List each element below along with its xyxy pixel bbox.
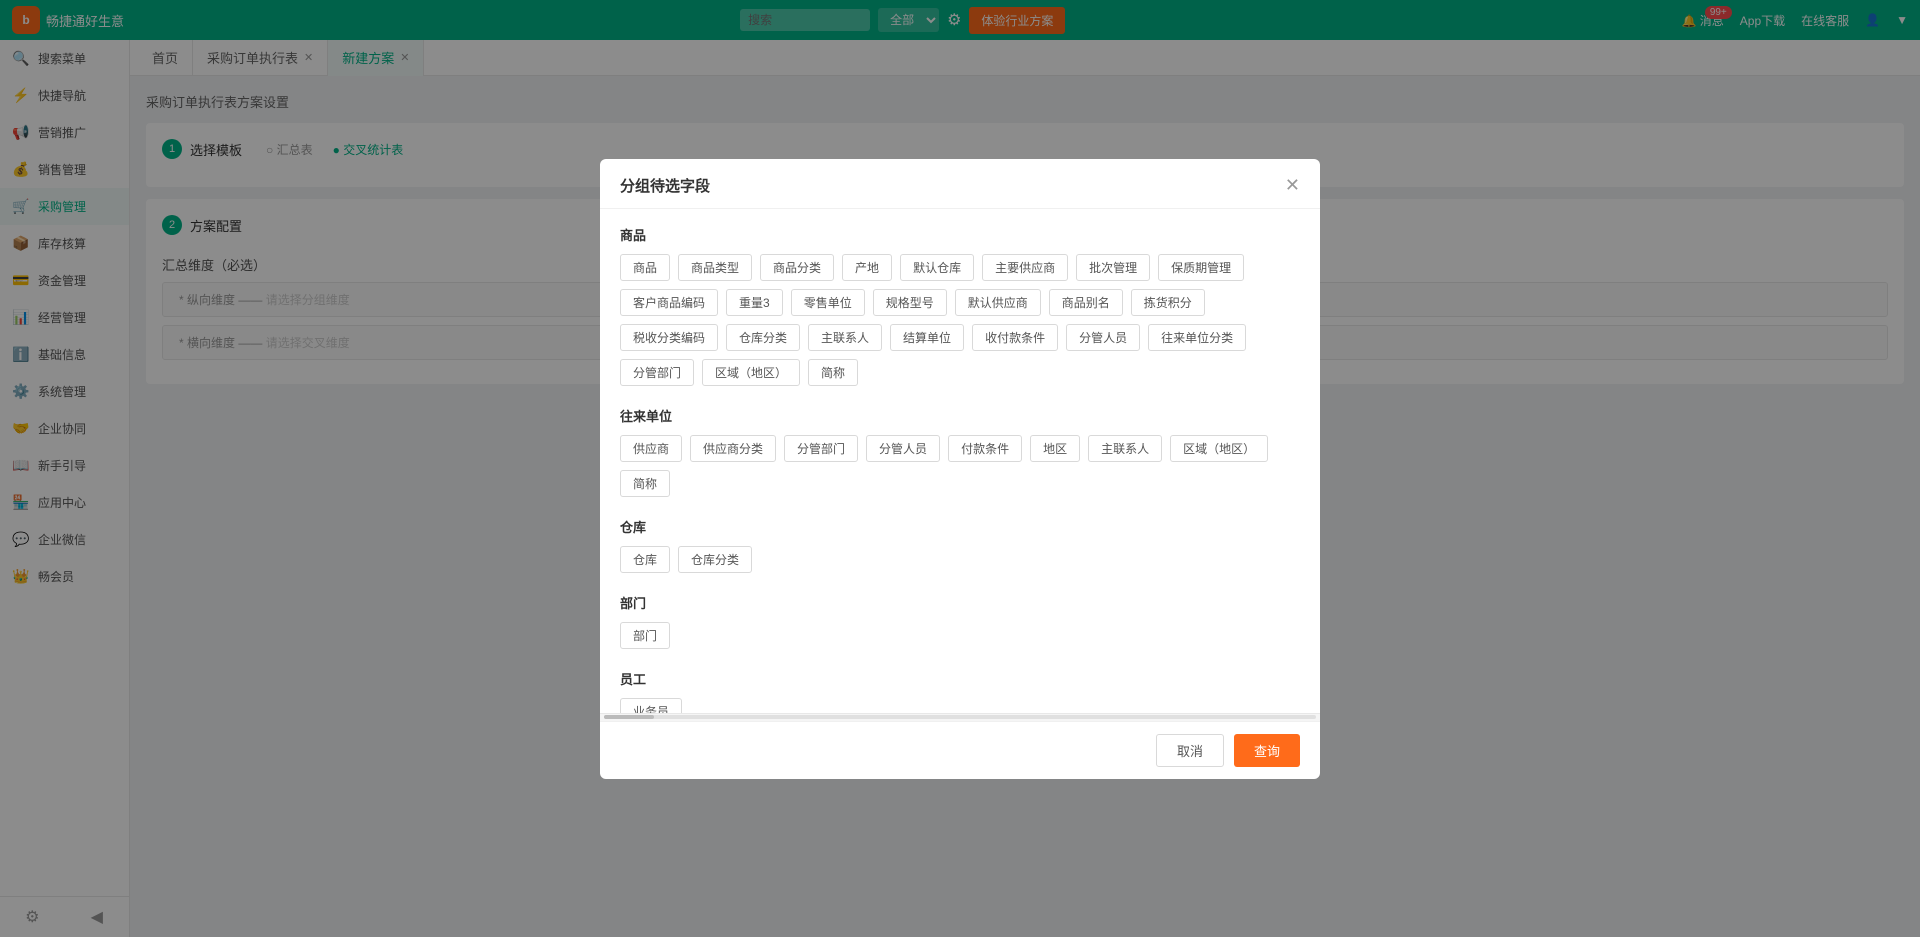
field-tag[interactable]: 批次管理	[1076, 254, 1150, 281]
section-goods-tags: 商品 商品类型 商品分类 产地 默认仓库 主要供应商 批次管理 保质期管理 客户…	[620, 254, 1300, 386]
field-tag[interactable]: 主要供应商	[982, 254, 1068, 281]
modal-header: 分组待选字段 ✕	[600, 159, 1320, 209]
field-tag[interactable]: 零售单位	[791, 289, 865, 316]
section-employee: 员工 业务员	[620, 669, 1300, 713]
field-tag[interactable]: 结算单位	[890, 324, 964, 351]
field-tag[interactable]: 分管人员	[866, 435, 940, 462]
section-partner-tags: 供应商 供应商分类 分管部门 分管人员 付款条件 地区 主联系人 区域（地区） …	[620, 435, 1300, 497]
field-tag[interactable]: 业务员	[620, 698, 682, 713]
field-tag[interactable]: 仓库	[620, 546, 670, 573]
section-partner: 往来单位 供应商 供应商分类 分管部门 分管人员 付款条件 地区 主联系人 区域…	[620, 406, 1300, 497]
field-tag[interactable]: 默认供应商	[955, 289, 1041, 316]
field-tag[interactable]: 付款条件	[948, 435, 1022, 462]
field-tag[interactable]: 收付款条件	[972, 324, 1058, 351]
section-department-title: 部门	[620, 593, 1300, 612]
field-tag[interactable]: 主联系人	[808, 324, 882, 351]
field-tag[interactable]: 供应商	[620, 435, 682, 462]
field-tag[interactable]: 部门	[620, 622, 670, 649]
section-goods: 商品 商品 商品类型 商品分类 产地 默认仓库 主要供应商 批次管理 保质期管理…	[620, 225, 1300, 386]
field-tag[interactable]: 主联系人	[1088, 435, 1162, 462]
field-tag[interactable]: 区域（地区）	[702, 359, 800, 386]
modal-close-icon[interactable]: ✕	[1285, 175, 1300, 196]
modal-title: 分组待选字段	[620, 175, 710, 196]
field-tag[interactable]: 重量3	[726, 289, 783, 316]
section-partner-title: 往来单位	[620, 406, 1300, 425]
field-tag[interactable]: 商品	[620, 254, 670, 281]
field-tag[interactable]: 商品别名	[1049, 289, 1123, 316]
field-tag[interactable]: 仓库分类	[726, 324, 800, 351]
modal-overlay: 分组待选字段 ✕ 商品 商品 商品类型 商品分类 产地 默认仓库 主要供应商 批…	[0, 0, 1920, 937]
field-tag[interactable]: 拣货积分	[1131, 289, 1205, 316]
field-tag[interactable]: 往来单位分类	[1148, 324, 1246, 351]
field-tag[interactable]: 税收分类编码	[620, 324, 718, 351]
section-employee-tags: 业务员	[620, 698, 1300, 713]
field-tag[interactable]: 仓库分类	[678, 546, 752, 573]
field-tag[interactable]: 默认仓库	[900, 254, 974, 281]
field-tag[interactable]: 供应商分类	[690, 435, 776, 462]
field-tag[interactable]: 分管部门	[784, 435, 858, 462]
section-warehouse-title: 仓库	[620, 517, 1300, 536]
field-tag[interactable]: 分管部门	[620, 359, 694, 386]
modal-footer: 取消 查询	[600, 721, 1320, 779]
field-tag[interactable]: 地区	[1030, 435, 1080, 462]
field-tag[interactable]: 简称	[620, 470, 670, 497]
field-tag[interactable]: 分管人员	[1066, 324, 1140, 351]
section-warehouse-tags: 仓库 仓库分类	[620, 546, 1300, 573]
cancel-button[interactable]: 取消	[1156, 734, 1224, 767]
field-tag[interactable]: 保质期管理	[1158, 254, 1244, 281]
field-tag[interactable]: 商品类型	[678, 254, 752, 281]
confirm-button[interactable]: 查询	[1234, 734, 1300, 767]
field-tag[interactable]: 商品分类	[760, 254, 834, 281]
field-tag[interactable]: 规格型号	[873, 289, 947, 316]
modal-hscroll[interactable]	[600, 713, 1320, 721]
hscroll-thumb	[604, 715, 654, 719]
field-tag[interactable]: 区域（地区）	[1170, 435, 1268, 462]
section-warehouse: 仓库 仓库 仓库分类	[620, 517, 1300, 573]
section-goods-title: 商品	[620, 225, 1300, 244]
field-tag[interactable]: 产地	[842, 254, 892, 281]
section-employee-title: 员工	[620, 669, 1300, 688]
field-select-modal: 分组待选字段 ✕ 商品 商品 商品类型 商品分类 产地 默认仓库 主要供应商 批…	[600, 159, 1320, 779]
modal-body: 商品 商品 商品类型 商品分类 产地 默认仓库 主要供应商 批次管理 保质期管理…	[600, 209, 1320, 713]
field-tag[interactable]: 客户商品编码	[620, 289, 718, 316]
section-department-tags: 部门	[620, 622, 1300, 649]
field-tag[interactable]: 简称	[808, 359, 858, 386]
section-department: 部门 部门	[620, 593, 1300, 649]
